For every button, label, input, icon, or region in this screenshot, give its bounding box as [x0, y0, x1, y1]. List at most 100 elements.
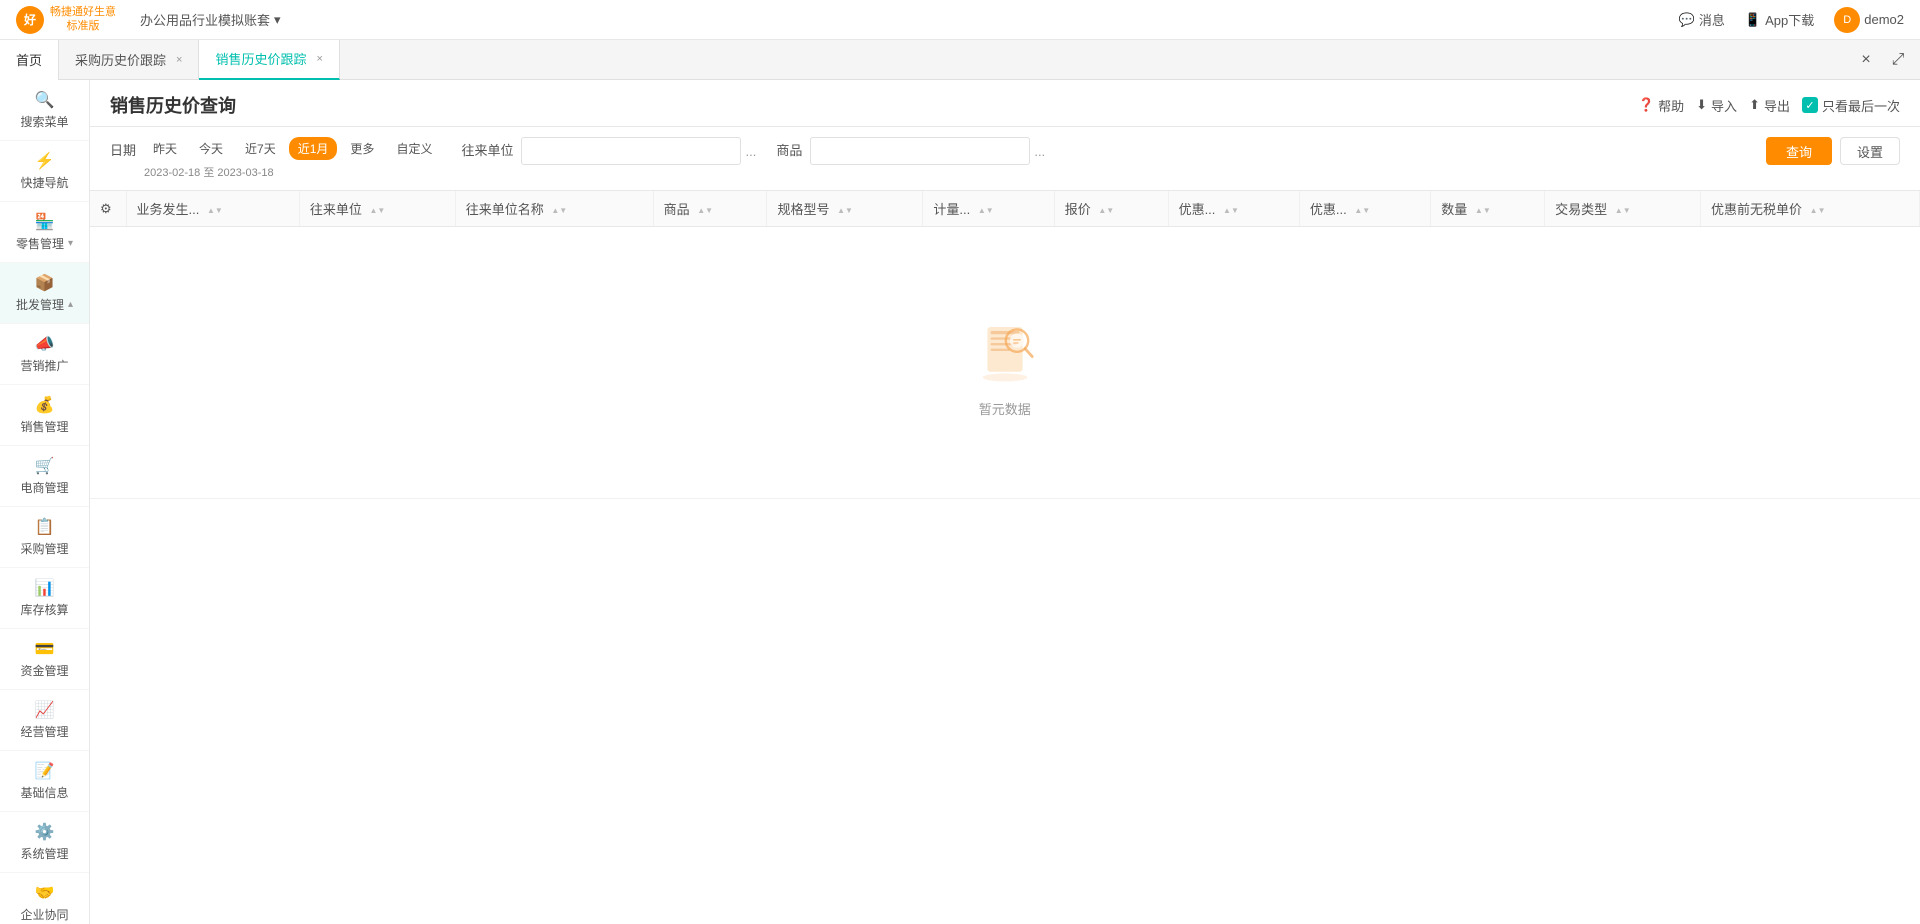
col-discount1[interactable]: 优惠... ▲▼: [1168, 191, 1299, 227]
col-trade-type-label: 交易类型: [1555, 202, 1607, 217]
app-download-button[interactable]: 📱 App下载: [1745, 10, 1814, 29]
table-container[interactable]: ⚙ 业务发生... ▲▼ 往来单位 ▲▼ 往来单位名称 ▲▼: [90, 191, 1920, 924]
settings-label: 设置: [1857, 142, 1883, 161]
purchase-icon: 📋: [35, 517, 55, 537]
counterpart-input-group: ...: [521, 137, 756, 165]
sort-icon-pretax-price: ▲▼: [1810, 206, 1826, 215]
finance-icon: 💳: [35, 639, 55, 659]
close-window-button[interactable]: ×: [1852, 46, 1880, 74]
basic-info-icon: 📝: [35, 761, 55, 781]
sidebar-item-inventory[interactable]: 📊 库存核算: [0, 568, 89, 629]
search-icon: 🔍: [35, 90, 55, 110]
counterpart-more-button[interactable]: ...: [745, 144, 756, 159]
col-counterpart-name-label: 往来单位名称: [466, 202, 544, 217]
main-content: 销售历史价查询 ❓ 帮助 ⬇ 导入 ⬆ 导出 ✓ 只看最后一次: [90, 80, 1920, 924]
page-header: 销售历史价查询 ❓ 帮助 ⬇ 导入 ⬆ 导出 ✓ 只看最后一次: [90, 80, 1920, 127]
wholesale-icon: 📦: [35, 273, 55, 293]
counterpart-filter-group: 往来单位 ...: [461, 137, 756, 165]
export-label: 导出: [1764, 96, 1790, 115]
col-counterpart-code[interactable]: 往来单位 ▲▼: [299, 191, 455, 227]
sidebar-label-finance-mgmt: 资金管理: [20, 662, 68, 679]
tab-home[interactable]: 首页: [0, 40, 59, 80]
tab-purchase-history-label: 采购历史价跟踪: [75, 50, 166, 69]
sidebar-item-quick-nav[interactable]: ⚡ 快捷导航: [0, 141, 89, 202]
sidebar-item-retail-mgmt[interactable]: 🏪 零售管理 ▾: [0, 202, 89, 263]
date-btn-today[interactable]: 今天: [190, 137, 232, 160]
page-title: 销售历史价查询: [110, 92, 236, 118]
top-bar: 好 畅捷通好生意 标准版 办公用品行业模拟账套 ▾ 💬 消息 📱 App下载 D…: [0, 0, 1920, 40]
message-button[interactable]: 💬 消息: [1679, 10, 1725, 29]
sidebar-item-basic-info[interactable]: 📝 基础信息: [0, 751, 89, 812]
top-bar-left: 好 畅捷通好生意 标准版 办公用品行业模拟账套 ▾: [16, 6, 281, 34]
chevron-down-icon: ▾: [68, 238, 73, 249]
marketing-icon: 📣: [35, 334, 55, 354]
sidebar-item-wholesale-mgmt[interactable]: 📦 批发管理 ▴: [0, 263, 89, 324]
sidebar-item-marketing[interactable]: 📣 营销推广: [0, 324, 89, 385]
counterpart-input[interactable]: [521, 137, 741, 165]
col-spec-label: 规格型号: [777, 202, 829, 217]
col-counterpart-name[interactable]: 往来单位名称 ▲▼: [455, 191, 653, 227]
query-button[interactable]: 查询: [1766, 137, 1832, 165]
message-label: 消息: [1699, 10, 1725, 29]
export-button[interactable]: ⬆ 导出: [1749, 96, 1790, 115]
sidebar-item-sales-mgmt[interactable]: 💰 销售管理: [0, 385, 89, 446]
chevron-down-icon: ▾: [274, 12, 281, 28]
sidebar: 🔍 搜索菜单 ⚡ 快捷导航 🏪 零售管理 ▾ 📦 批发管理 ▴ 📣 营销推广: [0, 80, 90, 924]
help-label: 帮助: [1658, 96, 1684, 115]
logo-icon: 好: [16, 6, 44, 34]
sidebar-label-enterprise-collab: 企业协同: [20, 906, 68, 923]
maximize-window-button[interactable]: ⤢: [1884, 46, 1912, 74]
app-name: 畅捷通好生意: [50, 6, 116, 19]
col-counterpart-code-label: 往来单位: [310, 202, 362, 217]
help-button[interactable]: ❓ 帮助: [1638, 96, 1684, 115]
logo-area: 好 畅捷通好生意 标准版: [16, 6, 116, 34]
date-filter-group: 日期 昨天 今天 近7天 近1月 更多 自定义 2023-02-18 至 202…: [110, 137, 441, 180]
help-icon: ❓: [1638, 97, 1654, 113]
download-icon: 📱: [1745, 12, 1761, 28]
sidebar-item-ops-mgmt[interactable]: 📈 经营管理: [0, 690, 89, 751]
sidebar-item-finance-mgmt[interactable]: 💳 资金管理: [0, 629, 89, 690]
tab-purchase-history-close[interactable]: ×: [176, 54, 182, 66]
tab-sales-history[interactable]: 销售历史价跟踪 ×: [199, 40, 339, 80]
col-product[interactable]: 商品 ▲▼: [653, 191, 767, 227]
sort-icon-spec: ▲▼: [837, 206, 853, 215]
import-button[interactable]: ⬇ 导入: [1696, 96, 1737, 115]
col-pretax-price[interactable]: 优惠前无税单价 ▲▼: [1701, 191, 1920, 227]
settings-button[interactable]: 设置: [1840, 137, 1900, 165]
sidebar-item-ecommerce-mgmt[interactable]: 🛒 电商管理: [0, 446, 89, 507]
user-area[interactable]: D demo2: [1834, 7, 1904, 33]
date-btn-custom[interactable]: 自定义: [387, 137, 441, 160]
col-quote[interactable]: 报价 ▲▼: [1054, 191, 1168, 227]
date-btn-yesterday[interactable]: 昨天: [144, 137, 186, 160]
empty-illustration: [965, 307, 1045, 387]
sidebar-item-enterprise-collab[interactable]: 🤝 企业协同: [0, 873, 89, 924]
product-more-button[interactable]: ...: [1034, 144, 1045, 159]
sidebar-item-purchase-mgmt[interactable]: 📋 采购管理: [0, 507, 89, 568]
sidebar-item-system-mgmt[interactable]: ⚙️ 系统管理: [0, 812, 89, 873]
date-btn-last1month[interactable]: 近1月: [289, 137, 338, 160]
sort-icon-unit: ▲▼: [978, 206, 994, 215]
gear-icon[interactable]: ⚙: [100, 201, 112, 216]
col-unit[interactable]: 计量... ▲▼: [923, 191, 1054, 227]
date-btn-last7[interactable]: 近7天: [236, 137, 285, 160]
only-last-checkbox[interactable]: ✓: [1802, 97, 1818, 113]
app-selector[interactable]: 办公用品行业模拟账套 ▾: [140, 10, 281, 29]
tab-purchase-history[interactable]: 采购历史价跟踪 ×: [59, 40, 199, 80]
only-last-toggle[interactable]: ✓ 只看最后一次: [1802, 96, 1900, 115]
col-discount2[interactable]: 优惠... ▲▼: [1299, 191, 1430, 227]
col-quantity[interactable]: 数量 ▲▼: [1431, 191, 1545, 227]
col-trade-type[interactable]: 交易类型 ▲▼: [1545, 191, 1701, 227]
tab-bar: 首页 采购历史价跟踪 × 销售历史价跟踪 × × ⤢: [0, 40, 1920, 80]
sort-icon-quote: ▲▼: [1098, 206, 1114, 215]
tab-sales-history-close[interactable]: ×: [316, 53, 322, 65]
sidebar-item-search-menu[interactable]: 🔍 搜索菜单: [0, 80, 89, 141]
date-btn-more[interactable]: 更多: [341, 137, 383, 160]
col-product-label: 商品: [664, 202, 690, 217]
import-label: 导入: [1711, 96, 1737, 115]
empty-text: 暂元数据: [979, 399, 1031, 418]
product-input[interactable]: [810, 137, 1030, 165]
col-spec[interactable]: 规格型号 ▲▼: [767, 191, 923, 227]
col-unit-label: 计量...: [933, 202, 970, 217]
sort-icon-discount2: ▲▼: [1354, 206, 1370, 215]
col-biz-date[interactable]: 业务发生... ▲▼: [126, 191, 299, 227]
